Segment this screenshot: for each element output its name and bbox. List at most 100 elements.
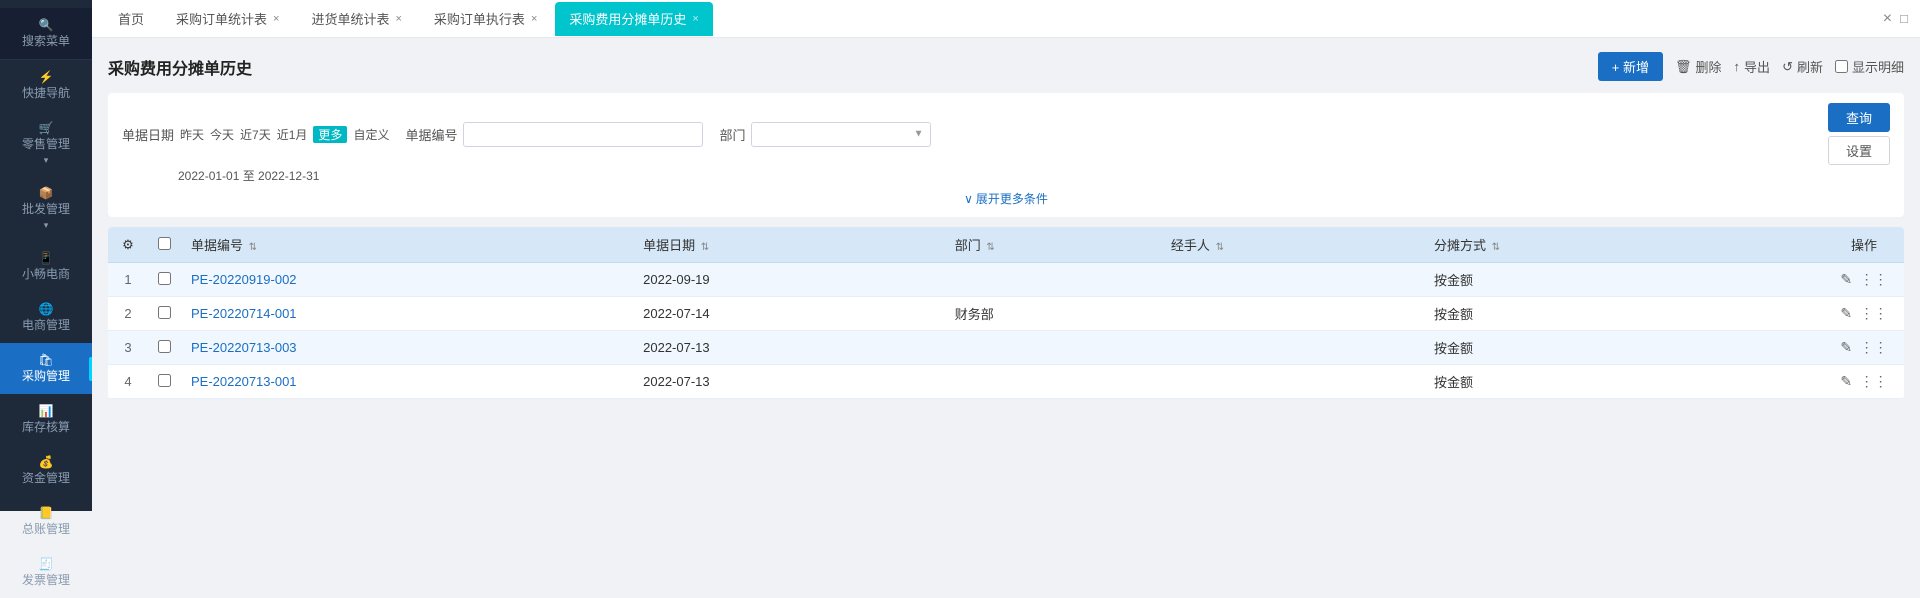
sidebar-item-purchase[interactable]: 🛍 采购管理 xyxy=(0,343,92,394)
tab-home[interactable]: 首页 xyxy=(104,2,158,36)
add-button[interactable]: + 新增 xyxy=(1598,52,1663,81)
shortcut-yesterday[interactable]: 昨天 xyxy=(180,126,204,143)
row-handler-3 xyxy=(1161,331,1424,365)
dept-select[interactable] xyxy=(751,122,931,147)
row-checkbox-3 xyxy=(148,331,181,365)
shortcut-today[interactable]: 今天 xyxy=(210,126,234,143)
sort-split-icon: ⇅ xyxy=(1492,242,1500,253)
shortcut-more[interactable]: 更多 xyxy=(313,126,347,143)
more-icon-3[interactable]: ⋮⋮ xyxy=(1860,339,1888,355)
sidebar-label-quick: 快捷导航 xyxy=(4,84,88,101)
show-brief-checkbox[interactable]: 显示明细 xyxy=(1835,57,1904,76)
shortcut-1month[interactable]: 近1月 xyxy=(277,126,308,143)
row-doc-no-2: PE-20220714-001 xyxy=(181,297,633,331)
dept-label: 部门 xyxy=(719,125,745,144)
tab-close-purchase-cost-history[interactable]: × xyxy=(692,13,698,25)
sidebar-label-ecom-small: 小畅电商 xyxy=(4,265,88,282)
row-dept-4 xyxy=(945,365,1161,399)
row-split-method-2: 按金额 xyxy=(1424,297,1824,331)
shortcut-custom[interactable]: 自定义 xyxy=(353,126,389,143)
maximize-window-icon[interactable]: □ xyxy=(1900,11,1908,26)
doc-link-4[interactable]: PE-20220713-001 xyxy=(191,374,297,389)
more-icon-2[interactable]: ⋮⋮ xyxy=(1860,305,1888,321)
sidebar-item-quick[interactable]: ⚡ 快捷导航 xyxy=(0,60,92,111)
select-all-checkbox[interactable] xyxy=(158,237,171,250)
sidebar-item-retail[interactable]: 🛒 零售管理 ▾ xyxy=(0,111,92,176)
wholesale-icon: 📦 xyxy=(4,186,88,200)
sidebar-item-finance[interactable]: 💰 资金管理 xyxy=(0,445,92,496)
table-row: 2 PE-20220714-001 2022-07-14 财务部 按金额 ✎ xyxy=(108,297,1904,331)
tab-purchase-cost-history[interactable]: 采购费用分摊单历史 × xyxy=(555,2,712,36)
table-row: 1 PE-20220919-002 2022-09-19 按金额 ✎ xyxy=(108,263,1904,297)
edit-icon-1[interactable]: ✎ xyxy=(1840,271,1852,287)
edit-icon-3[interactable]: ✎ xyxy=(1840,339,1852,355)
sort-doc-no-icon: ⇅ xyxy=(249,242,257,253)
row-select-2[interactable] xyxy=(158,306,171,319)
shortcut-7days[interactable]: 近7天 xyxy=(240,126,271,143)
doc-link-1[interactable]: PE-20220919-002 xyxy=(191,272,297,287)
th-split-method-label: 分摊方式 xyxy=(1434,238,1486,253)
th-dept[interactable]: 部门 ⇅ xyxy=(945,227,1161,263)
row-select-1[interactable] xyxy=(158,272,171,285)
tab-purchase-order-stats[interactable]: 采购订单统计表 × xyxy=(162,2,293,36)
toolbar: + 新增 🗑 删除 ↑ 导出 ↺ 刷新 显示明细 xyxy=(1598,52,1904,81)
th-date[interactable]: 单据日期 ⇅ xyxy=(633,227,945,263)
date-shortcuts: 昨天 今天 近7天 近1月 更多 自定义 xyxy=(180,126,389,143)
sidebar-label-ecom: 电商管理 xyxy=(4,316,88,333)
th-doc-no[interactable]: 单据编号 ⇅ xyxy=(181,227,633,263)
retail-icon: 🛒 xyxy=(4,121,88,135)
tab-close-incoming-stats[interactable]: × xyxy=(395,13,401,25)
tab-label-purchase-order-exec: 采购订单执行表 xyxy=(434,9,525,28)
row-ops-4: ✎ ⋮⋮ xyxy=(1824,365,1904,399)
sort-handler-icon: ⇅ xyxy=(1216,242,1224,253)
chevron-down-icon: ▾ xyxy=(44,155,49,165)
tab-close-purchase-order-stats[interactable]: × xyxy=(273,13,279,25)
more-icon-1[interactable]: ⋮⋮ xyxy=(1860,271,1888,287)
sidebar-label-inventory: 库存核算 xyxy=(4,418,88,435)
sidebar-label-invoice: 发票管理 xyxy=(4,571,88,588)
export-button[interactable]: ↑ 导出 xyxy=(1734,57,1771,76)
delete-button[interactable]: 🗑 删除 xyxy=(1675,57,1722,76)
edit-icon-4[interactable]: ✎ xyxy=(1840,373,1852,389)
expand-button[interactable]: ∨ 展开更多条件 xyxy=(964,190,1048,207)
filter-area: 单据日期 昨天 今天 近7天 近1月 更多 自定义 单据编号 xyxy=(108,93,1904,217)
tab-purchase-order-exec[interactable]: 采购订单执行表 × xyxy=(420,2,551,36)
sidebar-item-wholesale[interactable]: 📦 批发管理 ▾ xyxy=(0,176,92,241)
refresh-button[interactable]: ↺ 刷新 xyxy=(1782,57,1823,76)
row-split-method-4: 按金额 xyxy=(1424,365,1824,399)
th-handler[interactable]: 经手人 ⇅ xyxy=(1161,227,1424,263)
th-split-method[interactable]: 分摊方式 ⇅ xyxy=(1424,227,1824,263)
query-button[interactable]: 查询 xyxy=(1828,103,1890,132)
tab-incoming-stats[interactable]: 进货单统计表 × xyxy=(297,2,415,36)
row-select-3[interactable] xyxy=(158,340,171,353)
doc-no-filter: 单据编号 xyxy=(405,122,703,147)
export-icon: ↑ xyxy=(1734,59,1741,74)
sidebar-item-ledger[interactable]: 📒 总账管理 xyxy=(0,496,92,547)
sidebar-label-finance: 资金管理 xyxy=(4,469,88,486)
sidebar-item-ecom[interactable]: 🌐 电商管理 xyxy=(0,292,92,343)
sort-dept-icon: ⇅ xyxy=(986,242,994,253)
th-settings[interactable]: ⚙ xyxy=(108,227,148,263)
dept-select-wrapper: ▼ xyxy=(751,122,931,147)
close-window-icon[interactable]: × xyxy=(1883,10,1892,28)
doc-link-2[interactable]: PE-20220714-001 xyxy=(191,306,297,321)
sidebar-item-search[interactable]: 🔍 搜索菜单 xyxy=(0,8,92,60)
more-icon-4[interactable]: ⋮⋮ xyxy=(1860,373,1888,389)
tab-label-purchase-cost-history: 采购费用分摊单历史 xyxy=(569,9,686,28)
tab-label-incoming-stats: 进货单统计表 xyxy=(311,9,389,28)
quick-icon: ⚡ xyxy=(4,70,88,84)
tab-close-purchase-order-exec[interactable]: × xyxy=(531,13,537,25)
expand-row: ∨ 展开更多条件 xyxy=(122,190,1890,207)
doc-no-input[interactable] xyxy=(463,122,703,147)
sidebar-item-inventory[interactable]: 📊 库存核算 xyxy=(0,394,92,445)
sidebar-item-ecom-small[interactable]: 📱 小畅电商 xyxy=(0,241,92,292)
setting-button[interactable]: 设置 xyxy=(1828,136,1890,165)
row-date-1: 2022-09-19 xyxy=(633,263,945,297)
edit-icon-2[interactable]: ✎ xyxy=(1840,305,1852,321)
th-doc-no-label: 单据编号 xyxy=(191,238,243,253)
sort-date-icon: ⇅ xyxy=(701,242,709,253)
show-brief-input[interactable] xyxy=(1835,60,1848,73)
row-select-4[interactable] xyxy=(158,374,171,387)
doc-link-3[interactable]: PE-20220713-003 xyxy=(191,340,297,355)
sidebar-item-invoice[interactable]: 🧾 发票管理 xyxy=(0,547,92,598)
